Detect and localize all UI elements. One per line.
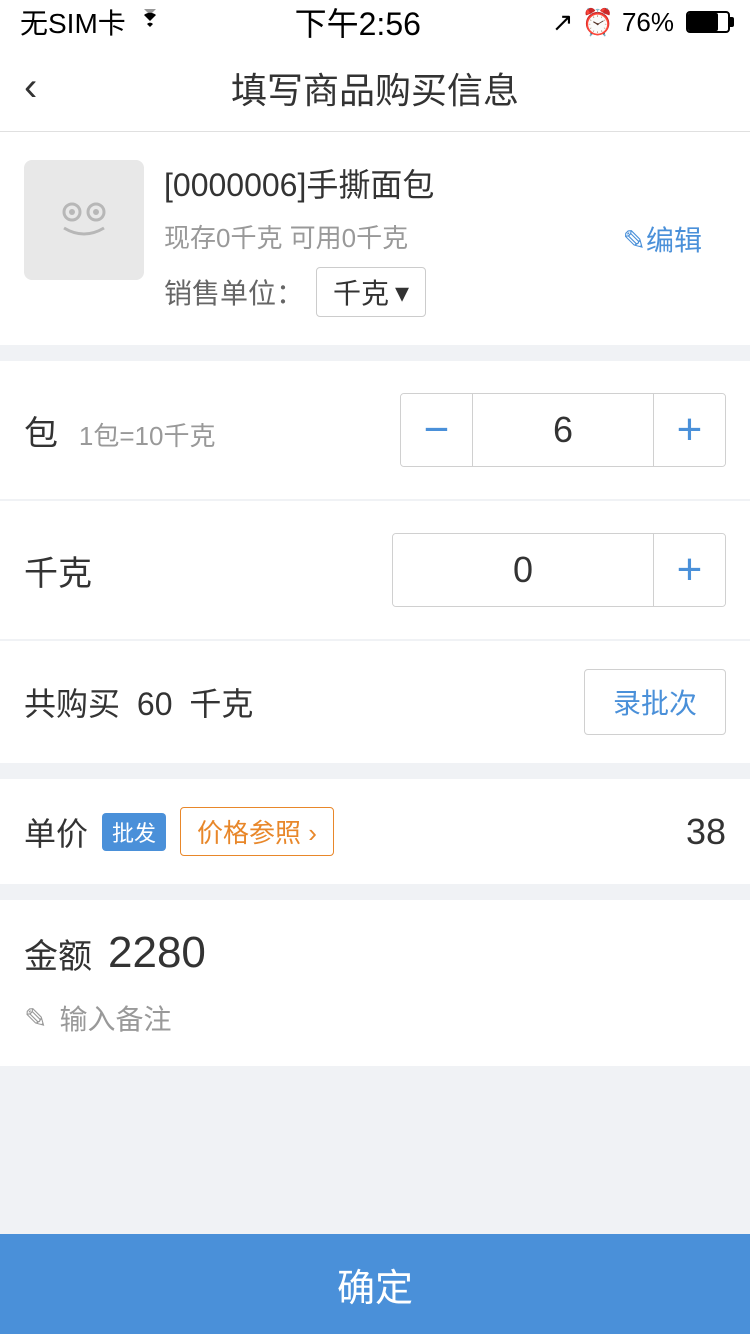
- status-left: 无SIM卡: [20, 2, 164, 42]
- quantity-kg-section: 千克 +: [0, 501, 750, 639]
- price-label-row: 单价 批发 价格参照 ›: [24, 807, 334, 856]
- battery-percent: 76%: [622, 7, 674, 38]
- total-unit: 千克: [189, 686, 253, 722]
- product-info: [0000006]手撕面包 现存0千克 可用0千克 销售单位： 千克 ▾ ✎编辑: [164, 160, 726, 317]
- price-section: 单价 批发 价格参照 › 38: [0, 779, 750, 884]
- status-bar: 无SIM卡 下午2:56 ↗ ⏰ 76%: [0, 0, 750, 44]
- product-card: [0000006]手撕面包 现存0千克 可用0千克 销售单位： 千克 ▾ ✎编辑: [0, 132, 750, 345]
- amount-row: 金额 2280: [24, 928, 726, 978]
- remark-row[interactable]: ✎ 输入备注: [24, 998, 726, 1038]
- quantity-bao-hint: 1包=10千克: [79, 421, 216, 451]
- total-value: 60: [137, 686, 173, 722]
- total-section: 共购买 60 千克 录批次: [0, 641, 750, 763]
- carrier-label: 无SIM卡: [20, 2, 126, 42]
- total-text: 共购买 60 千克: [24, 679, 253, 725]
- kg-plus-button[interactable]: +: [653, 534, 725, 606]
- bao-minus-button[interactable]: −: [401, 394, 473, 466]
- unit-select[interactable]: 千克 ▾: [316, 267, 426, 317]
- quantity-bao-control: − +: [400, 393, 726, 467]
- bao-plus-button[interactable]: +: [653, 394, 725, 466]
- bao-value-input[interactable]: [473, 394, 653, 466]
- edit-button[interactable]: ✎编辑: [623, 219, 702, 259]
- quantity-bao-label: 包: [24, 415, 58, 453]
- unit-label: 销售单位：: [164, 272, 304, 312]
- amount-section: 金额 2280 ✎ 输入备注: [0, 900, 750, 1066]
- alarm-icon: ⏰: [582, 7, 614, 38]
- remark-label: 输入备注: [59, 998, 171, 1038]
- product-name: [0000006]手撕面包: [164, 160, 726, 206]
- amount-value: 2280: [108, 928, 206, 978]
- total-label: 共购买: [24, 686, 120, 722]
- page-title: 填写商品购买信息: [231, 62, 519, 114]
- quantity-kg-control: +: [392, 533, 726, 607]
- price-label: 单价: [24, 809, 88, 855]
- quantity-bao-row: 包 1包=10千克 − +: [24, 393, 726, 467]
- back-button[interactable]: ‹: [24, 65, 37, 110]
- location-icon: ↗: [552, 7, 574, 38]
- unit-value: 千克: [333, 272, 389, 312]
- status-right: ↗ ⏰ 76%: [552, 7, 730, 38]
- product-unit-row: 销售单位： 千克 ▾: [164, 267, 726, 317]
- pencil-icon: ✎: [24, 1002, 47, 1035]
- wholesale-badge: 批发: [102, 813, 166, 851]
- battery-icon: [686, 11, 730, 33]
- kg-value-input[interactable]: [393, 534, 653, 606]
- chevron-down-icon: ▾: [395, 276, 409, 309]
- time-label: 下午2:56: [295, 0, 421, 45]
- amount-label: 金额: [24, 929, 92, 978]
- wifi-icon: [136, 6, 164, 38]
- confirm-button[interactable]: 确定: [0, 1234, 750, 1334]
- quantity-bao-section: 包 1包=10千克 − +: [0, 361, 750, 499]
- price-ref-button[interactable]: 价格参照 ›: [180, 807, 334, 856]
- nav-bar: ‹ 填写商品购买信息: [0, 44, 750, 132]
- batch-button[interactable]: 录批次: [584, 669, 726, 735]
- price-value: 38: [686, 811, 726, 853]
- quantity-kg-row: 千克 +: [24, 533, 726, 607]
- product-image: [24, 160, 144, 280]
- quantity-kg-label: 千克: [24, 546, 92, 595]
- quantity-bao-label-group: 包 1包=10千克: [24, 406, 215, 455]
